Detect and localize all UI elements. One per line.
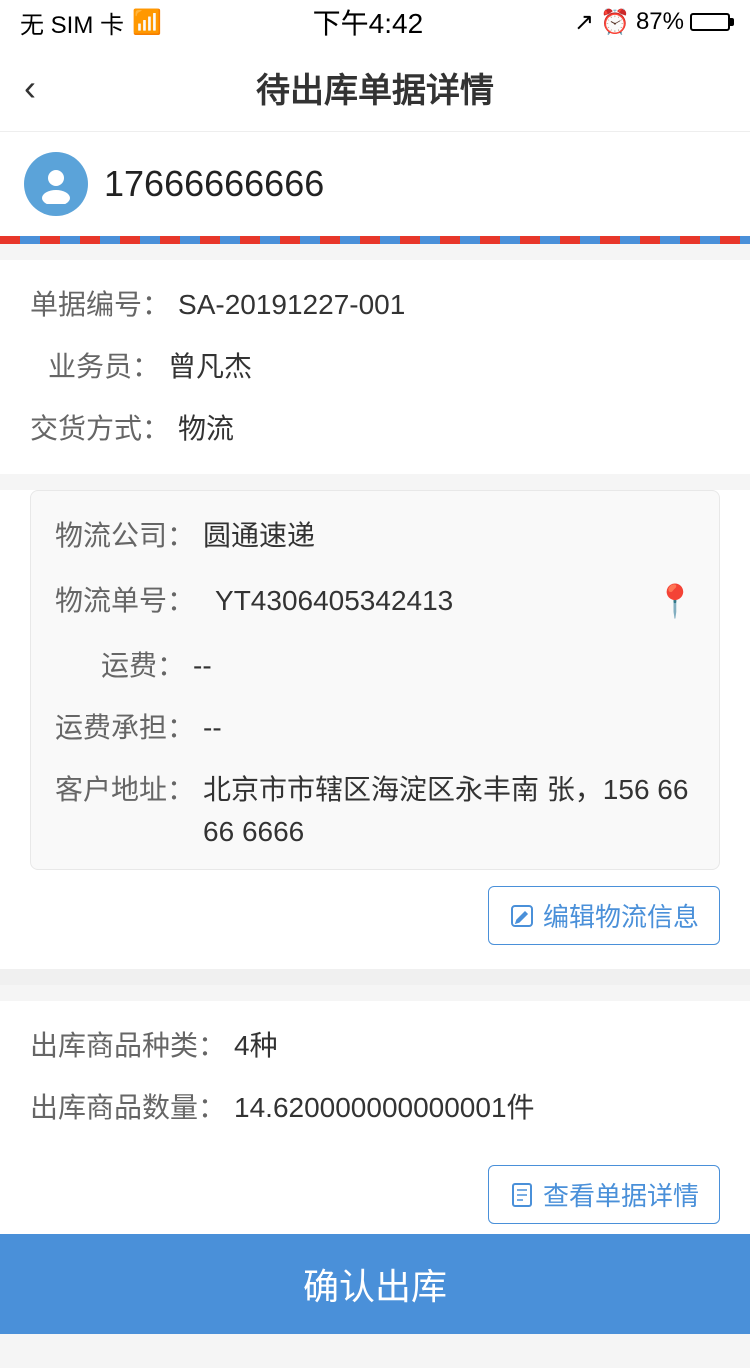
nav-bar: ‹ 待出库单据详情 xyxy=(0,44,750,132)
freight-label: 运费： xyxy=(55,645,185,687)
address-label: 客户地址： xyxy=(55,769,195,811)
tracking-value: YT43064053424​13 xyxy=(207,580,643,622)
dashed-divider xyxy=(0,236,750,244)
view-detail-btn-container: 查看单据详情 xyxy=(30,1149,720,1224)
view-detail-label: 查看单据详情 xyxy=(543,1176,699,1213)
logistics-section: 物流公司： 圆通速递 物流单号： YT43064053424​13 📍 运费： … xyxy=(0,490,750,969)
confirm-label: 确认出库 xyxy=(303,1258,447,1310)
logistics-company-row: 物流公司： 圆通速递 xyxy=(55,515,695,557)
battery-icon xyxy=(690,13,730,31)
nav-title: 待出库单据详情 xyxy=(256,63,494,112)
avatar xyxy=(24,152,88,216)
person-icon xyxy=(36,164,76,204)
location-icon[interactable]: 📍 xyxy=(655,577,695,625)
doc-number-value: SA-20191227-001 xyxy=(170,284,720,326)
alarm-icon: ⏰ xyxy=(600,8,630,37)
logistics-company-value: 圆通速递 xyxy=(195,515,695,557)
logistics-company-label: 物流公司： xyxy=(55,515,195,557)
back-button[interactable]: ‹ xyxy=(24,67,36,109)
sales-person-label: 业务员： xyxy=(30,346,160,388)
edit-btn-container: 编辑物流信息 xyxy=(30,870,720,945)
freight-row: 运费： -- xyxy=(55,645,695,687)
freight-value: -- xyxy=(185,645,695,687)
delivery-method-value: 物流 xyxy=(170,408,720,450)
view-detail-button[interactable]: 查看单据详情 xyxy=(488,1165,720,1224)
goods-types-value: 4种 xyxy=(226,1025,720,1067)
tracking-row: 物流单号： YT43064053424​13 📍 xyxy=(55,577,695,625)
edit-logistics-button[interactable]: 编辑物流信息 xyxy=(488,886,720,945)
goods-quantity-row: 出库商品数量： 14.620000000000001件 xyxy=(30,1087,720,1129)
sales-person-row: 业务员： 曾凡杰 xyxy=(30,346,720,388)
status-left: 无 SIM 卡 📶 xyxy=(20,5,162,40)
address-row: 客户地址： 北京市市辖区海淀区永丰南 张，156 6666 6666 xyxy=(55,769,695,853)
goods-quantity-label: 出库商品数量： xyxy=(30,1087,226,1129)
goods-quantity-value: 14.620000000000001件 xyxy=(226,1087,720,1129)
logistics-card: 物流公司： 圆通速递 物流单号： YT43064053424​13 📍 运费： … xyxy=(30,490,720,870)
freight-bearer-label: 运费承担： xyxy=(55,707,195,749)
location-status-icon: ↗ xyxy=(574,8,594,37)
battery-label: 87% xyxy=(636,8,684,36)
tracking-label: 物流单号： xyxy=(55,580,195,622)
status-right: ↗ ⏰ 87% xyxy=(574,8,730,37)
sales-person-value: 曾凡杰 xyxy=(160,346,720,388)
freight-bearer-row: 运费承担： -- xyxy=(55,707,695,749)
confirm-button[interactable]: 确认出库 xyxy=(0,1234,750,1334)
address-value: 北京市市辖区海淀区永丰南 张，156 6666 6666 xyxy=(195,769,695,853)
edit-logistics-label: 编辑物流信息 xyxy=(543,897,699,934)
document-icon xyxy=(509,1182,535,1208)
goods-types-row: 出库商品种类： 4种 xyxy=(30,1025,720,1067)
delivery-method-label: 交货方式： xyxy=(30,408,170,450)
goods-types-label: 出库商品种类： xyxy=(30,1025,226,1067)
doc-number-row: 单据编号： SA-20191227-001 xyxy=(30,284,720,326)
freight-bearer-value: -- xyxy=(195,707,695,749)
gray-divider xyxy=(0,969,750,985)
edit-icon xyxy=(509,903,535,929)
goods-section: 出库商品种类： 4种 出库商品数量： 14.620000000000001件 查… xyxy=(0,1001,750,1248)
doc-number-label: 单据编号： xyxy=(30,284,170,326)
customer-header: 17666666666 xyxy=(0,132,750,236)
status-time: 下午4:42 xyxy=(313,2,424,42)
document-info-section: 单据编号： SA-20191227-001 业务员： 曾凡杰 交货方式： 物流 xyxy=(0,260,750,474)
wifi-icon: 📶 xyxy=(132,8,162,37)
customer-phone: 17666666666 xyxy=(104,163,324,205)
status-bar: 无 SIM 卡 📶 下午4:42 ↗ ⏰ 87% xyxy=(0,0,750,44)
carrier-label: 无 SIM 卡 xyxy=(20,5,124,40)
delivery-method-row: 交货方式： 物流 xyxy=(30,408,720,450)
